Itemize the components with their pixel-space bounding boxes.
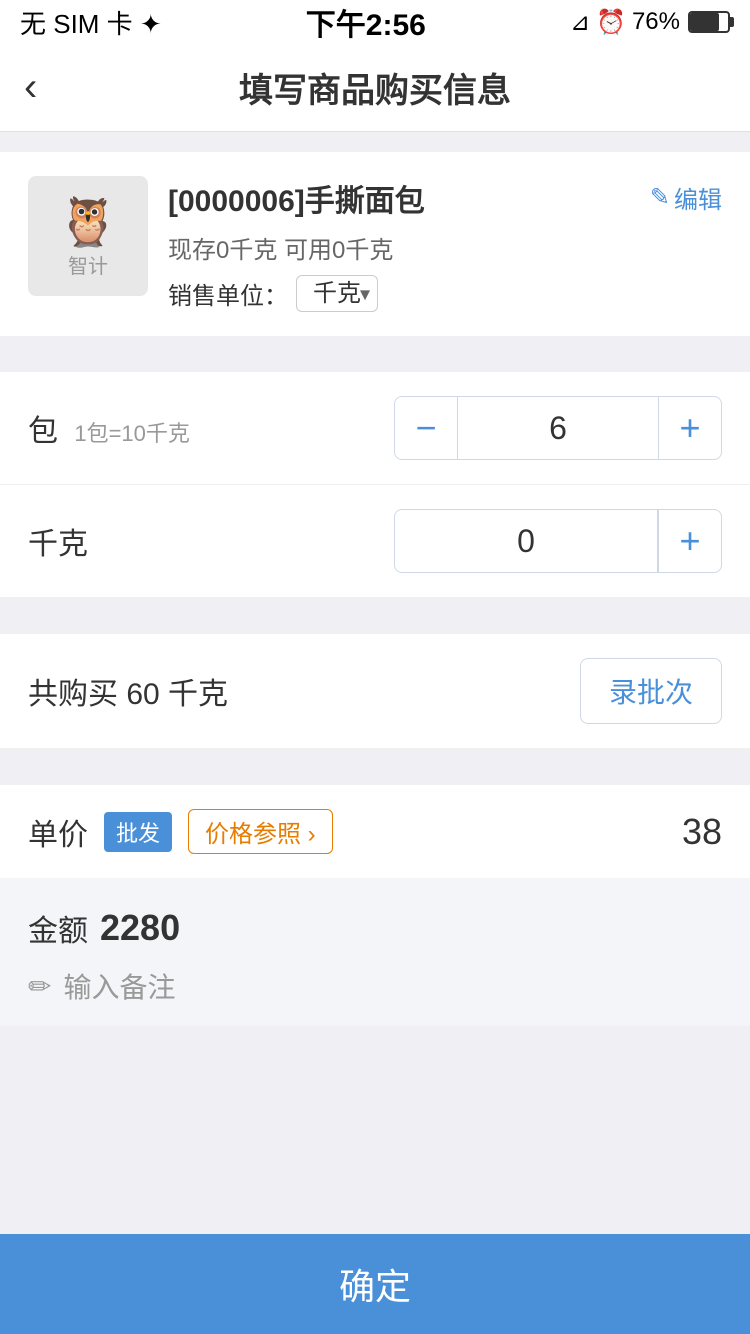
unit-select-wrapper[interactable]: 千克 (296, 275, 378, 312)
alarm-icon: ⏰ (596, 8, 626, 37)
summary-text: 共购买 60 千克 (28, 669, 228, 713)
kg-label: 千克 (28, 519, 394, 563)
price-section: 单价 批发 价格参照 › 38 (0, 785, 750, 878)
summary-row: 共购买 60 千克 录批次 (0, 634, 750, 749)
amount-label: 金额 (28, 906, 88, 950)
unit-label: 销售单位： (168, 276, 288, 311)
divider-3 (0, 749, 750, 765)
bao-minus-button[interactable]: − (394, 396, 458, 460)
product-stock: 现存0千克 可用0千克 (168, 230, 722, 265)
thumb-owl-icon: 🦉 (58, 193, 118, 250)
bao-row: 包 1包=10千克 − + (0, 372, 750, 485)
edit-label: 编辑 (674, 180, 722, 215)
status-left: 无 SIM 卡 ✦ (20, 4, 162, 41)
product-thumbnail: 🦉 智计 (28, 176, 148, 296)
page-title: 填写商品购买信息 (239, 63, 511, 112)
product-name: [0000006]手撕面包 (168, 176, 722, 220)
amount-value: 2280 (100, 907, 180, 949)
status-time: 下午2:56 (306, 0, 426, 44)
remark-icon: ✏ (28, 970, 51, 1003)
kg-controls: + (394, 509, 722, 573)
bao-controls: − + (394, 396, 722, 460)
back-button[interactable]: ‹ (24, 65, 37, 110)
nav-bar: ‹ 填写商品购买信息 (0, 44, 750, 132)
remark-text: 输入备注 (63, 966, 175, 1006)
location-icon: ⊿ (570, 8, 590, 37)
edit-button[interactable]: ✎ 编辑 (650, 180, 722, 215)
content-spacer (0, 1026, 750, 1234)
battery-icon (688, 11, 730, 33)
price-value: 38 (682, 811, 722, 853)
bao-label: 包 1包=10千克 (28, 406, 394, 450)
price-tag: 批发 (104, 812, 172, 852)
kg-row: 千克 + (0, 485, 750, 598)
edit-icon: ✎ (650, 183, 670, 212)
product-card: 🦉 智计 [0000006]手撕面包 现存0千克 可用0千克 销售单位： 千克 … (0, 152, 750, 336)
kg-plus-button[interactable]: + (658, 509, 722, 573)
thumb-brand-text: 智计 (68, 250, 108, 279)
quantity-section: 包 1包=10千克 − + 千克 + (0, 372, 750, 598)
bao-input[interactable] (458, 396, 658, 460)
price-reference-button[interactable]: 价格参照 › (188, 809, 333, 854)
bao-plus-button[interactable]: + (658, 396, 722, 460)
product-info: [0000006]手撕面包 现存0千克 可用0千克 销售单位： 千克 (168, 176, 722, 312)
bao-label-text: 包 (28, 415, 58, 448)
divider-2 (0, 598, 750, 614)
remark-row[interactable]: ✏ 输入备注 (28, 966, 722, 1006)
battery-fill (690, 13, 719, 31)
kg-input[interactable] (394, 509, 658, 573)
status-bar: 无 SIM 卡 ✦ 下午2:56 ⊿ ⏰ 76% (0, 0, 750, 44)
unit-select[interactable]: 千克 (296, 275, 378, 312)
amount-section: 金额 2280 ✏ 输入备注 (0, 878, 750, 1026)
amount-row: 金额 2280 (28, 906, 722, 950)
sim-status: 无 SIM 卡 ✦ (20, 4, 162, 41)
batch-record-button[interactable]: 录批次 (580, 658, 722, 724)
bao-sublabel: 1包=10千克 (74, 421, 190, 446)
product-unit-row: 销售单位： 千克 (168, 275, 722, 312)
price-row: 单价 批发 价格参照 › 38 (28, 809, 722, 854)
divider-1 (0, 336, 750, 352)
confirm-button[interactable]: 确定 (0, 1234, 750, 1334)
confirm-label: 确定 (339, 1258, 411, 1310)
status-right: ⊿ ⏰ 76% (570, 8, 730, 37)
price-label: 单价 (28, 810, 88, 854)
battery-percent: 76% (632, 8, 680, 36)
